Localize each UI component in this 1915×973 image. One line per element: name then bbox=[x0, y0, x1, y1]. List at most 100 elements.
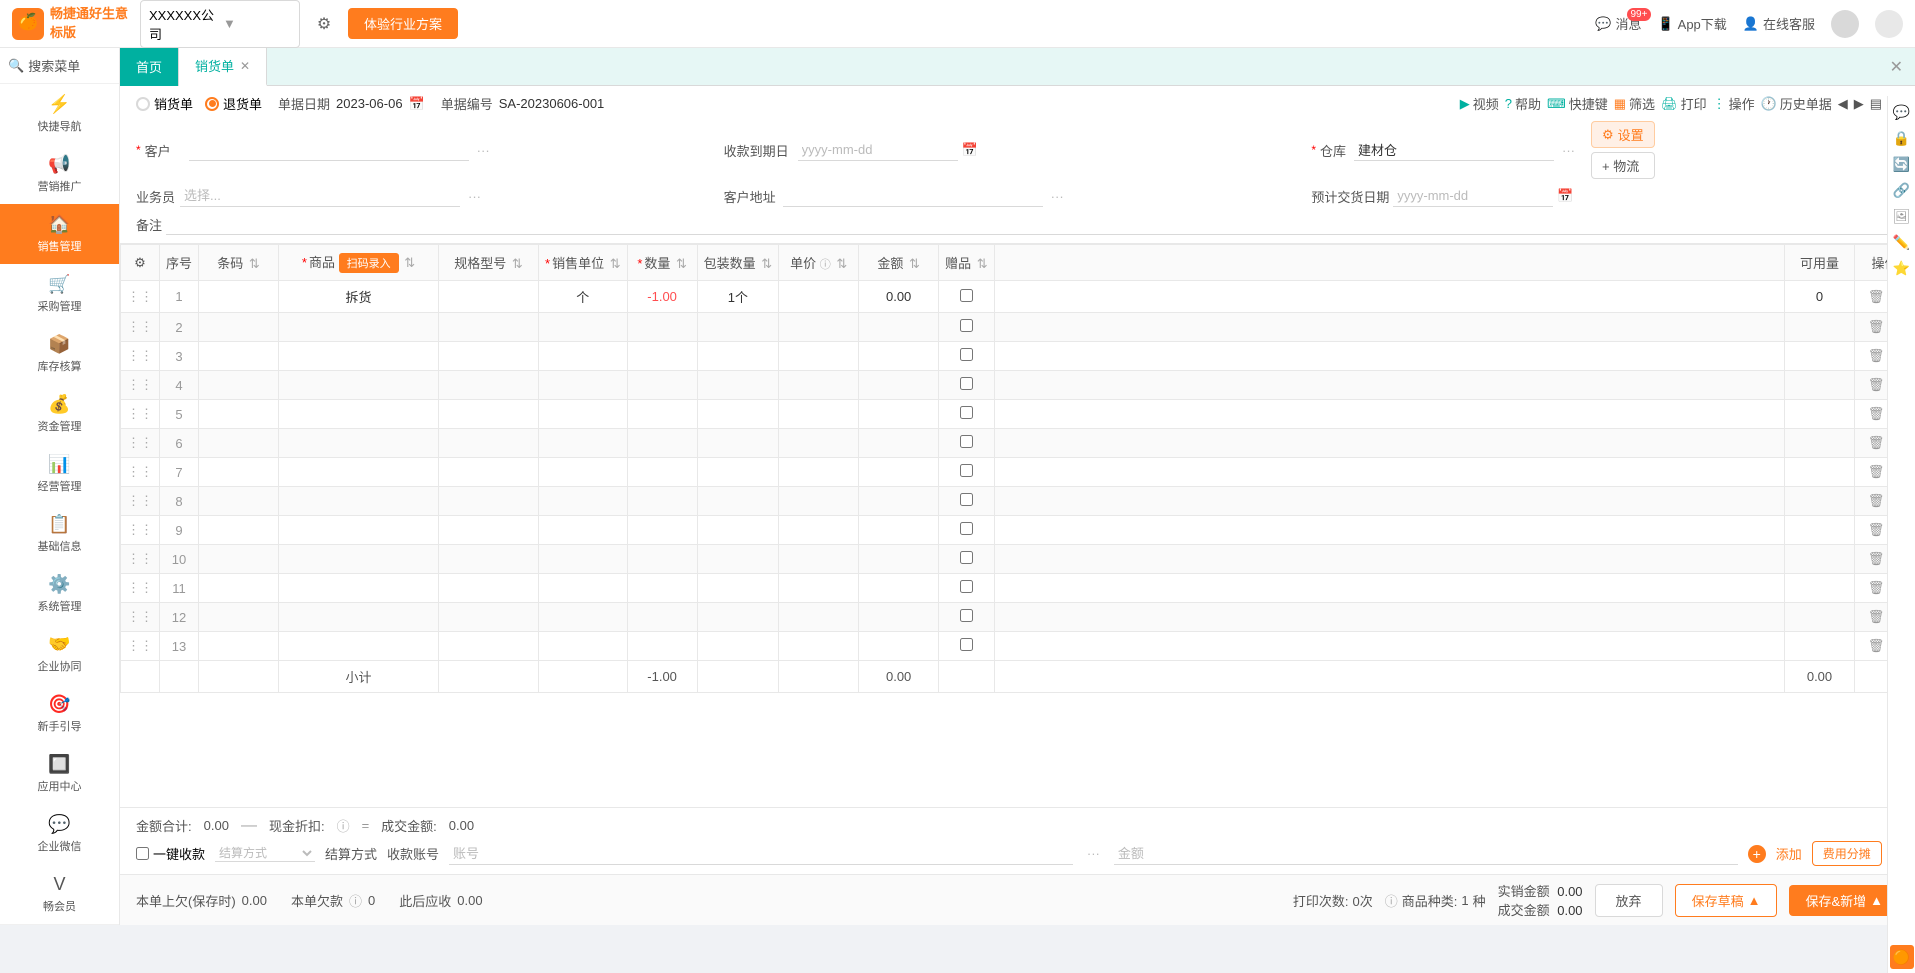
cell-unit[interactable] bbox=[539, 400, 628, 429]
cell-gift[interactable] bbox=[939, 487, 995, 516]
cell-gift[interactable] bbox=[939, 574, 995, 603]
float-image-icon[interactable]: 🖼 bbox=[1890, 204, 1914, 228]
cell-amount[interactable]: 0.00 bbox=[859, 281, 939, 313]
cell-note[interactable] bbox=[994, 281, 1784, 313]
cell-note[interactable] bbox=[994, 429, 1784, 458]
avatar-2[interactable] bbox=[1875, 10, 1903, 38]
float-edit-icon[interactable]: ✏️ bbox=[1890, 230, 1914, 254]
cell-gift[interactable] bbox=[939, 281, 995, 313]
customer-input[interactable] bbox=[189, 139, 469, 161]
layout1-btn[interactable]: ▤ bbox=[1870, 94, 1882, 113]
cell-qty[interactable] bbox=[627, 429, 697, 458]
sidebar-item-inventory[interactable]: 📦 库存核算 bbox=[0, 324, 119, 384]
sidebar-item-enterprise[interactable]: 🤝 企业协同 bbox=[0, 624, 119, 684]
filter-btn[interactable]: ▦ 筛选 bbox=[1614, 94, 1655, 113]
cell-pkg-qty[interactable] bbox=[697, 342, 779, 371]
cell-product[interactable] bbox=[279, 313, 439, 342]
cell-price[interactable] bbox=[779, 632, 859, 661]
cell-unit[interactable] bbox=[539, 371, 628, 400]
cell-qty[interactable] bbox=[627, 458, 697, 487]
cell-code[interactable] bbox=[199, 429, 279, 458]
tab-home[interactable]: 首页 bbox=[120, 48, 179, 86]
cell-amount[interactable] bbox=[859, 545, 939, 574]
cell-code[interactable] bbox=[199, 281, 279, 313]
gift-checkbox[interactable] bbox=[960, 493, 973, 506]
cell-spec[interactable] bbox=[439, 313, 539, 342]
cell-pkg-qty[interactable]: 1个 bbox=[697, 281, 779, 313]
operate-btn[interactable]: ⋮ 操作 bbox=[1713, 94, 1755, 113]
cell-unit[interactable] bbox=[539, 458, 628, 487]
cell-note[interactable] bbox=[994, 545, 1784, 574]
cell-spec[interactable] bbox=[439, 458, 539, 487]
one-click-checkbox[interactable] bbox=[136, 847, 149, 860]
cell-amount[interactable] bbox=[859, 632, 939, 661]
cell-qty[interactable] bbox=[627, 574, 697, 603]
warehouse-input[interactable] bbox=[1354, 139, 1554, 161]
sidebar-search[interactable]: 🔍 搜索菜单 bbox=[0, 48, 119, 84]
cell-spec[interactable] bbox=[439, 487, 539, 516]
cell-qty[interactable] bbox=[627, 487, 697, 516]
delivery-date-input[interactable] bbox=[1393, 185, 1553, 207]
cell-price[interactable] bbox=[779, 371, 859, 400]
collection-calendar-icon[interactable]: 📅 bbox=[962, 142, 978, 158]
cell-gift[interactable] bbox=[939, 342, 995, 371]
cell-code[interactable] bbox=[199, 371, 279, 400]
cell-unit[interactable] bbox=[539, 632, 628, 661]
cell-code[interactable] bbox=[199, 545, 279, 574]
cell-qty[interactable] bbox=[627, 603, 697, 632]
cell-gift[interactable] bbox=[939, 429, 995, 458]
cell-code[interactable] bbox=[199, 400, 279, 429]
app-download-btn[interactable]: 📱 App下载 bbox=[1657, 14, 1726, 33]
salesperson-input[interactable] bbox=[180, 185, 460, 207]
sidebar-item-base[interactable]: 📋 基础信息 bbox=[0, 504, 119, 564]
cell-gift[interactable] bbox=[939, 400, 995, 429]
gift-checkbox[interactable] bbox=[960, 638, 973, 651]
address-dots-icon[interactable]: ··· bbox=[1047, 189, 1068, 204]
sidebar-item-member[interactable]: V 畅会员 bbox=[0, 864, 119, 924]
cell-unit[interactable] bbox=[539, 603, 628, 632]
cell-unit[interactable] bbox=[539, 429, 628, 458]
cell-qty[interactable] bbox=[627, 400, 697, 429]
print-btn[interactable]: 🖨 打印 bbox=[1661, 94, 1707, 113]
gift-checkbox[interactable] bbox=[960, 435, 973, 448]
gift-checkbox[interactable] bbox=[960, 580, 973, 593]
cell-product[interactable] bbox=[279, 487, 439, 516]
trial-btn[interactable]: 体验行业方案 bbox=[348, 8, 458, 39]
cell-note[interactable] bbox=[994, 342, 1784, 371]
message-btn[interactable]: 💬 消息 99+ bbox=[1595, 14, 1641, 33]
cell-note[interactable] bbox=[994, 603, 1784, 632]
cell-pkg-qty[interactable] bbox=[697, 545, 779, 574]
cell-spec[interactable] bbox=[439, 371, 539, 400]
save-new-btn[interactable]: 保存&新增 ▲ bbox=[1789, 885, 1899, 916]
form-settings-btn[interactable]: ⚙ 设置 bbox=[1591, 121, 1655, 148]
cell-pkg-qty[interactable] bbox=[697, 458, 779, 487]
cell-amount[interactable] bbox=[859, 371, 939, 400]
cell-product[interactable] bbox=[279, 371, 439, 400]
payment-method-select[interactable]: 结算方式 bbox=[215, 845, 315, 862]
cell-product[interactable] bbox=[279, 458, 439, 487]
cell-product[interactable] bbox=[279, 429, 439, 458]
discard-btn[interactable]: 放弃 bbox=[1595, 884, 1663, 917]
sidebar-item-shortcuts[interactable]: ⚡ 快捷导航 bbox=[0, 84, 119, 144]
gift-checkbox[interactable] bbox=[960, 348, 973, 361]
delete-icon[interactable]: 🗑 bbox=[1868, 319, 1885, 334]
cell-gift[interactable] bbox=[939, 313, 995, 342]
delete-icon[interactable]: 🗑 bbox=[1868, 609, 1885, 624]
sidebar-item-system[interactable]: ⚙️ 系统管理 bbox=[0, 564, 119, 624]
cell-pkg-qty[interactable] bbox=[697, 313, 779, 342]
tab-bar-close-icon[interactable]: ✕ bbox=[1878, 57, 1915, 77]
customer-address-input[interactable] bbox=[783, 185, 1043, 207]
delete-icon[interactable]: 🗑 bbox=[1868, 522, 1885, 537]
sidebar-item-finance[interactable]: 💰 资金管理 bbox=[0, 384, 119, 444]
cell-code[interactable] bbox=[199, 458, 279, 487]
cell-product[interactable] bbox=[279, 574, 439, 603]
cell-qty[interactable] bbox=[627, 313, 697, 342]
amount-input[interactable] bbox=[1114, 843, 1738, 865]
cell-pkg-qty[interactable] bbox=[697, 603, 779, 632]
cell-gift[interactable] bbox=[939, 545, 995, 574]
cell-amount[interactable] bbox=[859, 342, 939, 371]
gift-checkbox[interactable] bbox=[960, 406, 973, 419]
cell-price[interactable] bbox=[779, 574, 859, 603]
shortcuts-btn[interactable]: ⌨ 快捷键 bbox=[1547, 94, 1608, 113]
radio-return[interactable]: 退货单 bbox=[205, 94, 262, 113]
